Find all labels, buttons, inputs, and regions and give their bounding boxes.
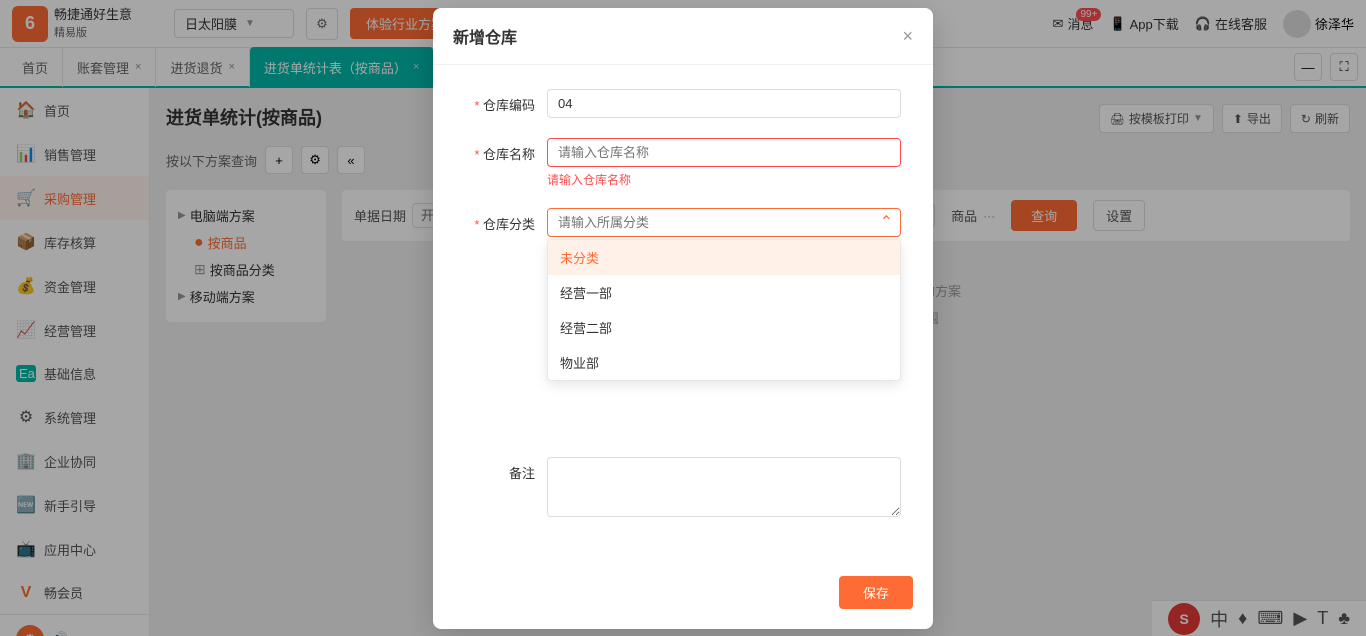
- form-row-code: 仓库编码: [465, 89, 901, 118]
- dialog-body: 仓库编码 仓库名称 请输入仓库名称 仓库分类 ⌃: [433, 65, 933, 564]
- category-chevron-icon[interactable]: ⌃: [880, 212, 893, 232]
- dropdown-item-none[interactable]: 未分类: [548, 240, 900, 275]
- code-field-wrap: [547, 89, 901, 118]
- code-input[interactable]: [547, 89, 901, 118]
- remark-field-wrap: [547, 457, 901, 520]
- form-row-remark: 备注: [465, 457, 901, 520]
- add-warehouse-dialog: 新增仓库 × 仓库编码 仓库名称 请输入仓库名称 仓库分类: [433, 8, 933, 629]
- dropdown-item-op2[interactable]: 经营二部: [548, 310, 900, 345]
- dropdown-item-property[interactable]: 物业部: [548, 345, 900, 380]
- remark-label: 备注: [465, 457, 535, 482]
- name-label: 仓库名称: [465, 138, 535, 163]
- dialog-footer: 保存: [433, 564, 933, 629]
- save-button[interactable]: 保存: [839, 576, 913, 609]
- dialog-close-button[interactable]: ×: [902, 27, 913, 45]
- name-field-wrap: 请输入仓库名称: [547, 138, 901, 188]
- name-input[interactable]: [547, 138, 901, 167]
- code-label: 仓库编码: [465, 89, 535, 114]
- category-input[interactable]: [547, 208, 901, 237]
- form-row-name: 仓库名称 请输入仓库名称: [465, 138, 901, 188]
- category-label: 仓库分类: [465, 208, 535, 233]
- remark-input[interactable]: [547, 457, 901, 517]
- dialog-title: 新增仓库: [453, 24, 517, 48]
- name-error-msg: 请输入仓库名称: [547, 171, 901, 188]
- form-row-category: 仓库分类 ⌃ 未分类 经营一部 经营二部 物业部: [465, 208, 901, 237]
- category-field-wrap: ⌃ 未分类 经营一部 经营二部 物业部: [547, 208, 901, 237]
- modal-overlay: 新增仓库 × 仓库编码 仓库名称 请输入仓库名称 仓库分类: [0, 0, 1366, 636]
- dialog-header: 新增仓库 ×: [433, 8, 933, 65]
- category-dropdown: 未分类 经营一部 经营二部 物业部: [547, 239, 901, 381]
- dropdown-item-op1[interactable]: 经营一部: [548, 275, 900, 310]
